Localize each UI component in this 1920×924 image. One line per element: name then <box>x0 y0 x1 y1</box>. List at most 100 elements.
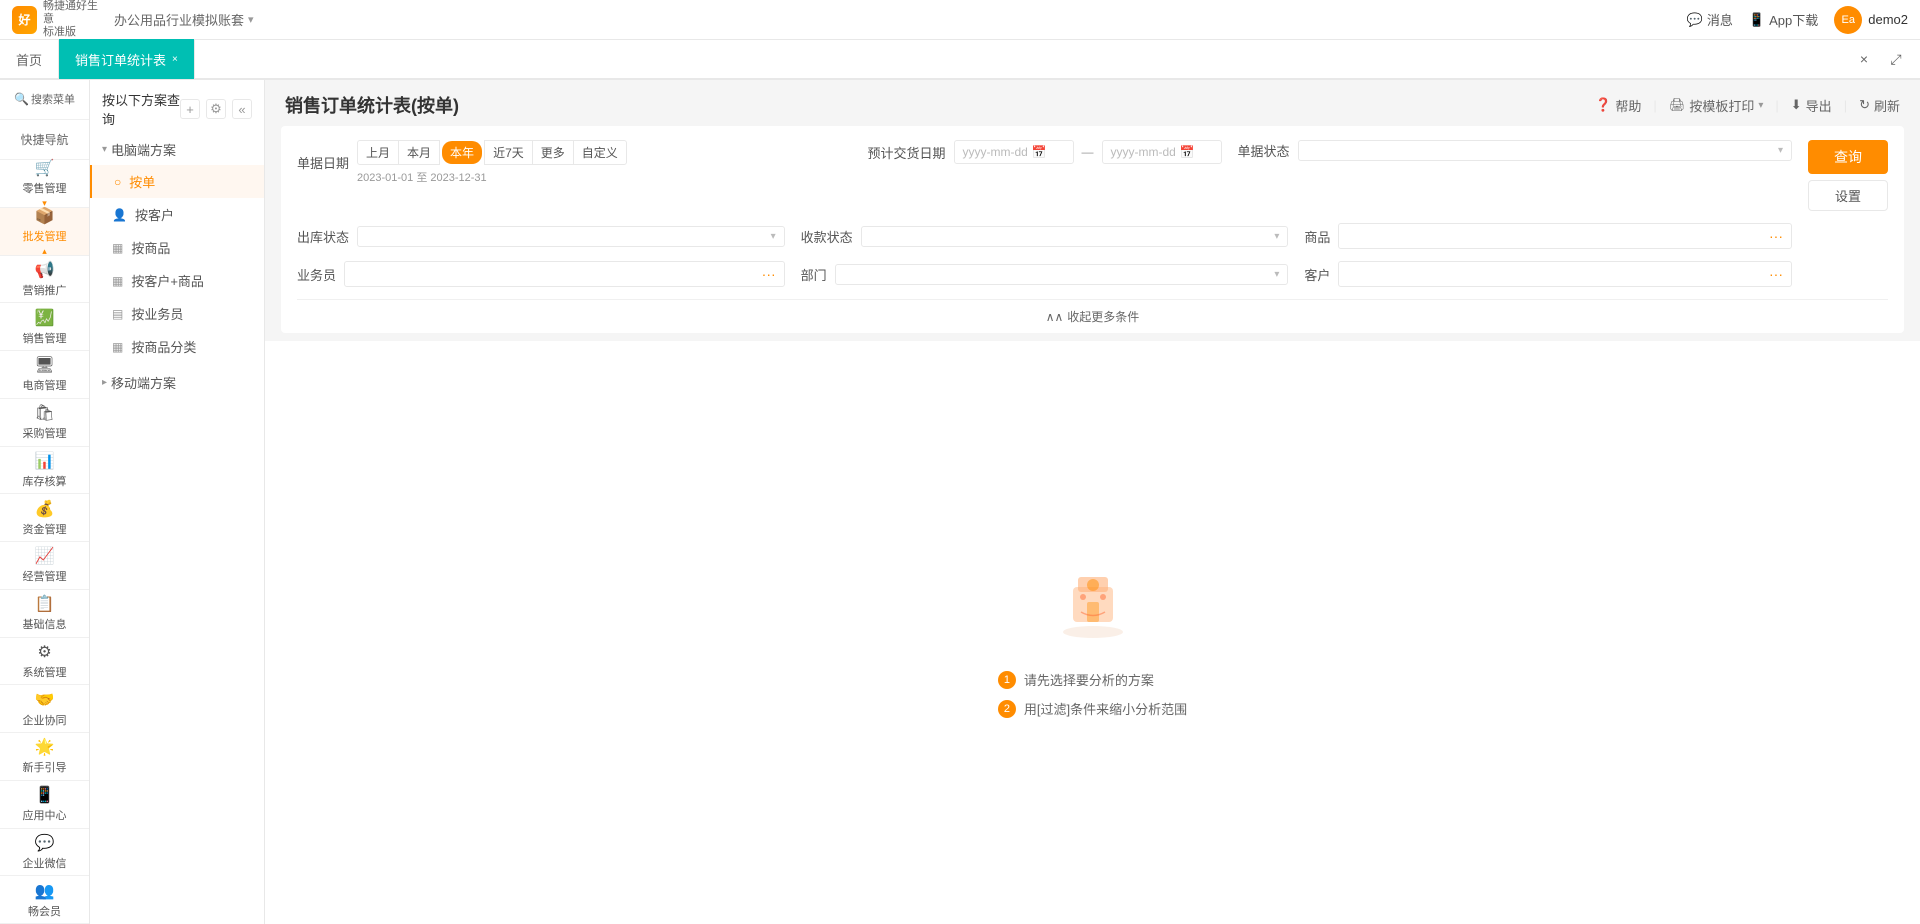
refresh-btn[interactable]: ↻ 刷新 <box>1859 96 1900 115</box>
sales-icon: 💹 <box>35 308 55 328</box>
expected-date-from[interactable]: yyyy-mm-dd 📅 <box>954 140 1074 164</box>
collapse-panel-btn[interactable]: « <box>232 99 252 119</box>
empty-state: 1 请先选择要分析的方案 2 用[过滤]条件来缩小分析范围 <box>265 341 1920 924</box>
department-label: 部门 <box>801 265 827 284</box>
sidebar-nav[interactable]: 快捷导航 <box>0 120 89 160</box>
topbar-right: 💬 消息 📱 App下载 Ea demo2 <box>1687 6 1908 34</box>
sidebar-item-system[interactable]: ⚙ 系统管理 <box>0 638 89 686</box>
query-btn[interactable]: 查询 <box>1808 140 1888 174</box>
sidebar-item-enterprise[interactable]: 🤝 企业协同 <box>0 685 89 733</box>
sidebar-item-wholesale[interactable]: 📦 批发管理 ▴ <box>0 208 89 256</box>
sidebar-item-sales[interactable]: 💹 销售管理 <box>0 303 89 351</box>
goods-select[interactable]: ··· <box>1338 223 1792 249</box>
tree-group-mobile: ▸ 移动端方案 <box>90 367 264 402</box>
wechat-icon: 💬 <box>35 833 55 853</box>
tree-item-by-order[interactable]: ○ 按单 <box>90 165 264 198</box>
sidebar-item-newuser[interactable]: 🌟 新手引导 <box>0 733 89 781</box>
status-select[interactable]: ▾ <box>1298 140 1792 161</box>
sidebar-item-purchase[interactable]: 🛍 采购管理 <box>0 399 89 447</box>
date-btn-this-year[interactable]: 本年 <box>442 141 482 164</box>
user-area[interactable]: Ea demo2 <box>1834 6 1908 34</box>
sidebar-item-basic[interactable]: 📋 基础信息 <box>0 590 89 638</box>
group-arrow-right: ▸ <box>102 377 107 388</box>
settings-btn[interactable]: 设置 <box>1808 180 1888 211</box>
date-btn-this-month[interactable]: 本月 <box>399 140 440 165</box>
window-maximize-btn[interactable]: ⤢ <box>1884 47 1908 71</box>
salesperson-more-icon[interactable]: ··· <box>762 266 776 282</box>
export-btn[interactable]: ⬇ 导出 <box>1791 96 1832 115</box>
collapse-bar[interactable]: ∧∧ 收起更多条件 <box>297 299 1888 333</box>
sidebar-item-retail[interactable]: 🛒 零售管理 ▾ <box>0 160 89 208</box>
member-icon: 👥 <box>35 881 55 901</box>
step-1-num: 1 <box>998 671 1016 689</box>
department-select[interactable]: ▾ <box>835 264 1289 285</box>
tree-item-by-customer-product[interactable]: ▦ 按客户+商品 <box>90 264 264 297</box>
goods-more-icon[interactable]: ··· <box>1769 228 1783 244</box>
receipt-status-label: 收款状态 <box>801 227 853 246</box>
content: 销售订单统计表(按单) ❓ 帮助 | 🖨 按模板打印 ▾ | ⬇ 导出 | <box>265 80 1920 924</box>
system-icon: ⚙ <box>37 642 51 662</box>
tree-item-by-salesperson[interactable]: ▤ 按业务员 <box>90 297 264 330</box>
app-download-btn[interactable]: 📱 App下载 <box>1749 10 1818 29</box>
basic-icon: 📋 <box>35 594 55 614</box>
tab-close-icon[interactable]: × <box>172 54 178 65</box>
tree-group-desktop: ▾ 电脑端方案 ○ 按单 👤 按客户 ▦ 按商品 ▦ 按客户+商品 ▤ 按业务员 <box>90 134 264 367</box>
empty-step-1: 1 请先选择要分析的方案 <box>998 670 1187 689</box>
tree-item-by-category[interactable]: ▦ 按商品分类 <box>90 330 264 363</box>
add-scheme-btn[interactable]: + <box>180 99 200 119</box>
sidebar-item-appcenter[interactable]: 📱 应用中心 <box>0 781 89 829</box>
sidebar-item-inventory[interactable]: 📊 库存核算 <box>0 447 89 495</box>
settings-scheme-btn[interactable]: ⚙ <box>206 99 226 119</box>
by-product-icon: ▦ <box>112 241 123 255</box>
sidebar-item-operations[interactable]: 📈 经营管理 <box>0 542 89 590</box>
date-btn-last-7[interactable]: 近7天 <box>484 140 532 165</box>
expected-date-to[interactable]: yyyy-mm-dd 📅 <box>1102 140 1222 164</box>
goods-label: 商品 <box>1304 227 1330 246</box>
out-status-select[interactable]: ▾ <box>357 226 785 247</box>
print-btn[interactable]: 🖨 按模板打印 ▾ <box>1669 96 1764 115</box>
help-btn[interactable]: ❓ 帮助 <box>1595 96 1641 115</box>
customer-more-icon[interactable]: ··· <box>1769 266 1783 282</box>
help-icon: ❓ <box>1595 97 1611 113</box>
tree-group-desktop-header[interactable]: ▾ 电脑端方案 <box>90 134 264 165</box>
message-btn[interactable]: 💬 消息 <box>1687 10 1733 29</box>
sidebar-item-ecommerce[interactable]: 🖥 电商管理 <box>0 351 89 399</box>
marketing-icon: 📢 <box>35 260 55 280</box>
status-dropdown-icon: ▾ <box>1778 145 1783 156</box>
date-btn-more[interactable]: 更多 <box>532 140 573 165</box>
tree-item-by-customer[interactable]: 👤 按客户 <box>90 198 264 231</box>
tree-item-by-product[interactable]: ▦ 按商品 <box>90 231 264 264</box>
retail-icon: 🛒 <box>35 158 55 178</box>
customer-label: 客户 <box>1304 265 1330 284</box>
filter-panel: 单据日期 上月 本月 本年 近7天 更多 自定义 2023-01-01 至 20… <box>281 126 1904 333</box>
tab-home[interactable]: 首页 <box>0 39 59 79</box>
print-icon: 🖨 <box>1669 97 1686 113</box>
dropdown-icon[interactable]: ▾ <box>248 13 254 26</box>
customer-select[interactable]: ··· <box>1338 261 1792 287</box>
out-status-label: 出库状态 <box>297 227 349 246</box>
tabbar-right-actions: × ⤢ <box>1852 47 1920 71</box>
empty-step-2: 2 用[过滤]条件来缩小分析范围 <box>998 699 1187 718</box>
tree-group-mobile-header[interactable]: ▸ 移动端方案 <box>90 367 264 398</box>
sidebar-search[interactable]: 🔍 搜索菜单 <box>0 80 89 120</box>
tab-sales-order-stats[interactable]: 销售订单统计表 × <box>59 39 195 79</box>
sidebar-item-member[interactable]: 👥 畅会员 <box>0 876 89 924</box>
group-arrow-down: ▾ <box>102 144 107 155</box>
window-close-btn[interactable]: × <box>1852 47 1876 71</box>
logo-icon: 好 <box>12 6 37 34</box>
sidebar-item-wechat[interactable]: 💬 企业微信 <box>0 829 89 877</box>
app-title[interactable]: 办公用品行业模拟账套 ▾ <box>114 10 1675 29</box>
empty-illustration <box>1043 547 1143 650</box>
sidebar-item-finance[interactable]: 💰 资金管理 <box>0 494 89 542</box>
date-btn-custom[interactable]: 自定义 <box>573 140 627 165</box>
salesperson-select[interactable]: ··· <box>344 261 785 287</box>
by-salesperson-icon: ▤ <box>112 307 123 321</box>
sidebar-item-marketing[interactable]: 📢 营销推广 <box>0 256 89 304</box>
download-icon: 📱 <box>1749 12 1765 28</box>
date-btn-last-month[interactable]: 上月 <box>357 140 399 165</box>
ecommerce-icon: 🖥 <box>34 355 54 375</box>
purchase-icon: 🛍 <box>34 403 54 423</box>
date-separator: — <box>1082 145 1094 159</box>
receipt-status-select[interactable]: ▾ <box>861 226 1289 247</box>
username: demo2 <box>1868 12 1908 27</box>
